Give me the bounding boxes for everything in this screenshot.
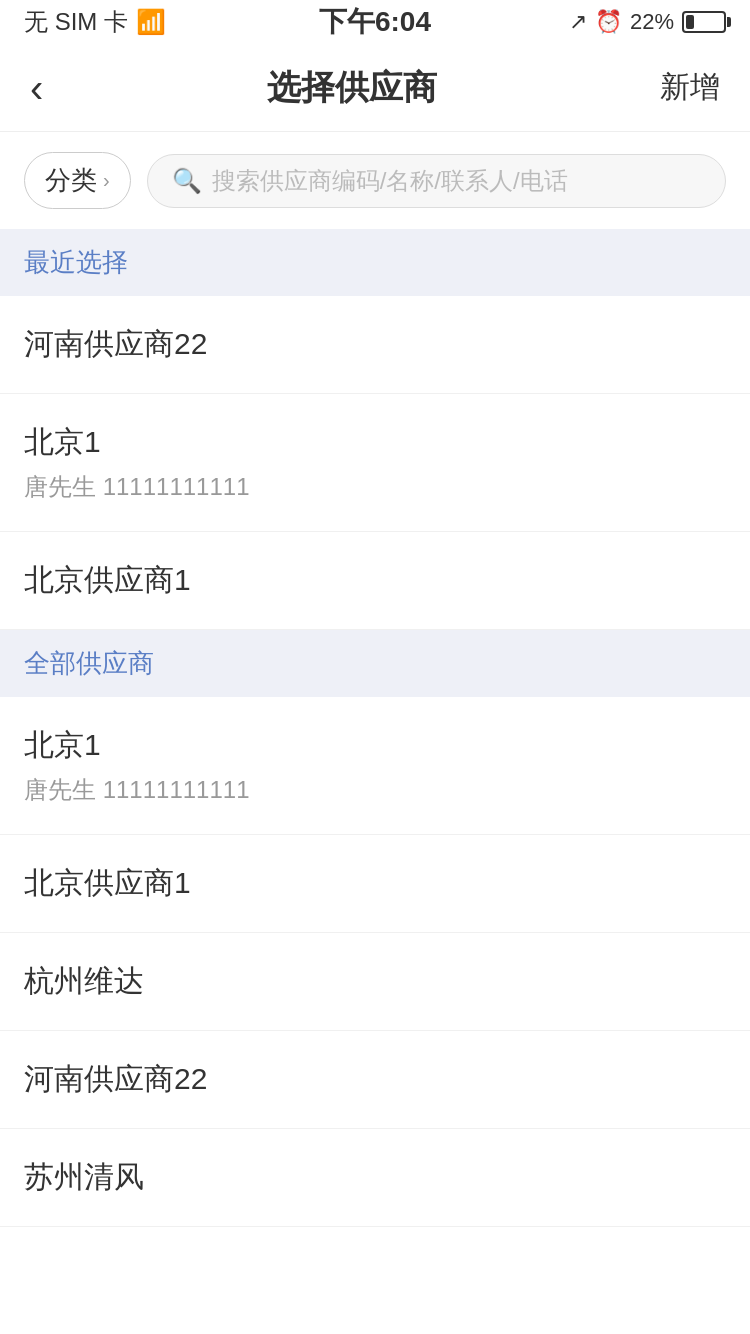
- all-section-label: 全部供应商: [24, 648, 154, 678]
- category-label: 分类: [45, 163, 97, 198]
- no-sim-label: 无 SIM 卡: [24, 6, 128, 38]
- battery-percent: 22%: [630, 9, 674, 35]
- item-name: 杭州维达: [24, 961, 726, 1002]
- battery-icon: [682, 11, 726, 33]
- status-time: 下午6:04: [319, 3, 431, 41]
- recent-list: 河南供应商22 北京1 唐先生 11111111111 北京供应商1: [0, 296, 750, 630]
- status-right: ↗ ⏰ 22%: [569, 9, 726, 35]
- item-name: 北京供应商1: [24, 863, 726, 904]
- item-sub: 唐先生 11111111111: [24, 471, 726, 503]
- list-item[interactable]: 北京1 唐先生 11111111111: [0, 697, 750, 835]
- all-list: 北京1 唐先生 11111111111 北京供应商1 杭州维达河南供应商22 苏州清风: [0, 697, 750, 1227]
- item-name: 北京供应商1: [24, 560, 726, 601]
- status-bar: 无 SIM 卡 📶 下午6:04 ↗ ⏰ 22%: [0, 0, 750, 44]
- search-icon: 🔍: [172, 167, 202, 195]
- page-title: 选择供应商: [267, 65, 437, 111]
- alarm-icon: ⏰: [595, 9, 622, 35]
- list-item[interactable]: 河南供应商22: [0, 1031, 750, 1129]
- chevron-right-icon: ›: [103, 169, 110, 192]
- recent-section-header: 最近选择: [0, 229, 750, 296]
- search-box[interactable]: 🔍 搜索供应商编码/名称/联系人/电话: [147, 154, 726, 208]
- item-name: 北京1: [24, 725, 726, 766]
- all-section-header: 全部供应商: [0, 630, 750, 697]
- recent-section-label: 最近选择: [24, 247, 128, 277]
- status-left: 无 SIM 卡 📶: [24, 6, 166, 38]
- item-name: 河南供应商22: [24, 324, 726, 365]
- list-item[interactable]: 杭州维达: [0, 933, 750, 1031]
- back-button[interactable]: ‹: [30, 68, 43, 108]
- list-item[interactable]: 苏州清风: [0, 1129, 750, 1227]
- list-item[interactable]: 河南供应商22: [0, 296, 750, 394]
- add-button[interactable]: 新增: [660, 67, 720, 108]
- wifi-icon: 📶: [136, 8, 166, 36]
- item-name: 北京1: [24, 422, 726, 463]
- nav-bar: ‹ 选择供应商 新增: [0, 44, 750, 132]
- location-icon: ↗: [569, 9, 587, 35]
- item-sub: 唐先生 11111111111: [24, 774, 726, 806]
- search-placeholder: 搜索供应商编码/名称/联系人/电话: [212, 165, 568, 197]
- filter-bar: 分类 › 🔍 搜索供应商编码/名称/联系人/电话: [0, 132, 750, 229]
- list-item[interactable]: 北京供应商1: [0, 532, 750, 630]
- category-filter-button[interactable]: 分类 ›: [24, 152, 131, 209]
- item-name: 苏州清风: [24, 1157, 726, 1198]
- list-item[interactable]: 北京1 唐先生 11111111111: [0, 394, 750, 532]
- item-name: 河南供应商22: [24, 1059, 726, 1100]
- list-item[interactable]: 北京供应商1: [0, 835, 750, 933]
